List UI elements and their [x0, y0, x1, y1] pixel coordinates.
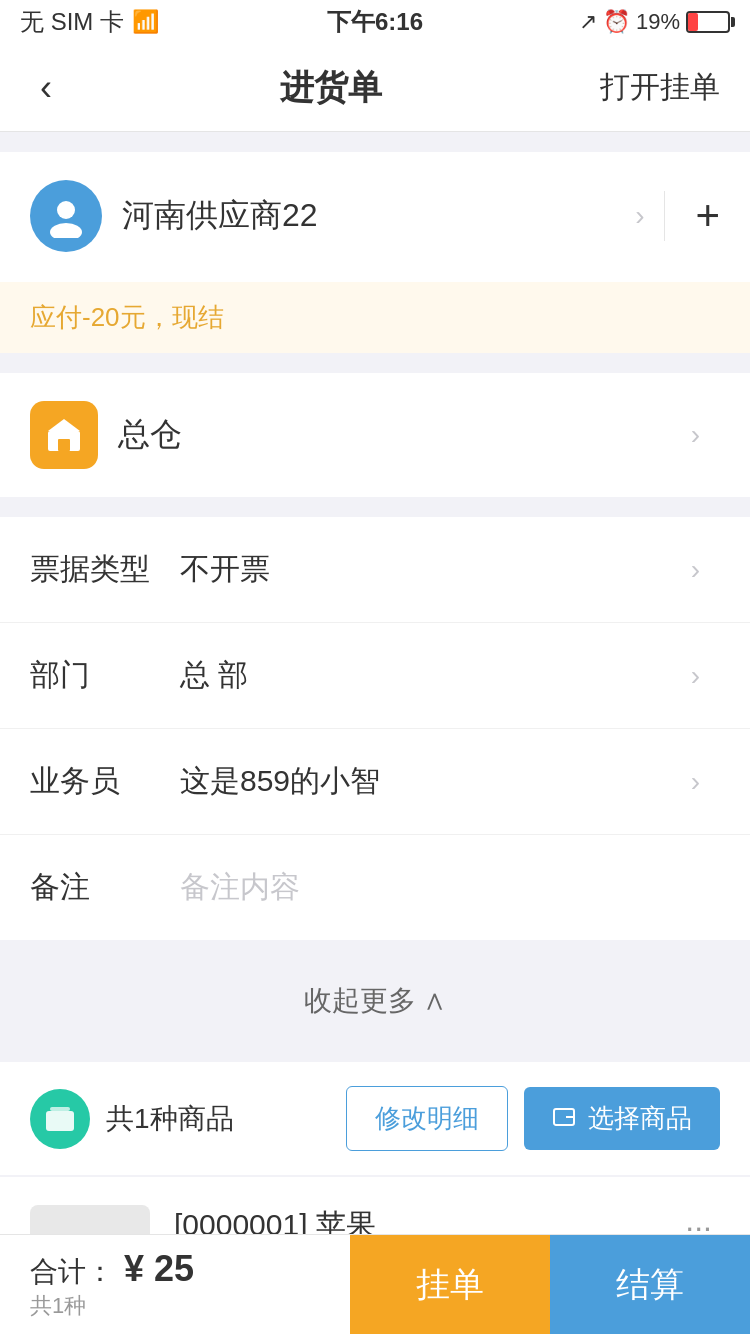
ticket-type-value: 不开票	[170, 549, 691, 590]
remark-placeholder: 备注内容	[170, 867, 720, 908]
total-prefix: 合计：	[30, 1253, 114, 1291]
battery-icon	[686, 11, 730, 33]
divider	[664, 191, 665, 241]
department-chevron-icon: ›	[691, 660, 700, 692]
remark-label: 备注	[30, 867, 170, 908]
product-count-text: 共1种商品	[106, 1100, 330, 1138]
warehouse-name: 总仓	[118, 413, 691, 457]
salesman-row[interactable]: 业务员 这是859的小智 ›	[0, 729, 750, 835]
ticket-type-row[interactable]: 票据类型 不开票 ›	[0, 517, 750, 623]
collapse-bar[interactable]: 收起更多 ∧	[0, 960, 750, 1042]
ticket-type-label: 票据类型	[30, 549, 170, 590]
svg-rect-5	[46, 1111, 74, 1131]
svg-point-1	[50, 223, 82, 238]
svg-rect-6	[50, 1107, 70, 1111]
supplier-row[interactable]: 河南供应商22 › +	[0, 152, 750, 280]
salesman-value: 这是859的小智	[170, 761, 691, 802]
add-supplier-button[interactable]: +	[695, 192, 720, 240]
open-hold-button[interactable]: 打开挂单	[600, 67, 720, 108]
ticket-type-chevron-icon: ›	[691, 554, 700, 586]
alarm-icon: ⏰	[603, 9, 630, 35]
supplier-chevron-icon: ›	[635, 200, 644, 232]
svg-point-0	[57, 201, 75, 219]
battery-percent: 19%	[636, 9, 680, 35]
svg-marker-3	[48, 419, 80, 431]
battery-fill	[688, 13, 698, 31]
nav-bar: ‹ 进货单 打开挂单	[0, 44, 750, 132]
status-bar-left: 无 SIM 卡 📶	[20, 6, 159, 38]
supplier-section: 河南供应商22 › + 应付-20元，现结	[0, 152, 750, 353]
status-bar-time: 下午6:16	[327, 6, 423, 38]
warehouse-row[interactable]: 总仓 ›	[0, 373, 750, 497]
salesman-chevron-icon: ›	[691, 766, 700, 798]
warehouse-chevron-icon: ›	[691, 419, 700, 451]
location-icon: ↗	[579, 9, 597, 35]
select-product-label: 选择商品	[588, 1101, 692, 1136]
checkout-button[interactable]: 结算	[550, 1235, 750, 1334]
status-bar: 无 SIM 卡 📶 下午6:16 ↗ ⏰ 19%	[0, 0, 750, 44]
status-bar-right: ↗ ⏰ 19%	[579, 9, 730, 35]
page-title: 进货单	[280, 65, 382, 111]
warehouse-icon	[30, 401, 98, 469]
total-section: 合计： ¥ 25 共1种	[0, 1235, 350, 1334]
supplier-avatar	[30, 180, 102, 252]
svg-rect-4	[58, 439, 70, 451]
product-count-icon	[30, 1089, 90, 1149]
supplier-notice: 应付-20元，现结	[0, 282, 750, 353]
total-label: 合计： ¥ 25	[30, 1248, 320, 1291]
salesman-label: 业务员	[30, 761, 170, 802]
wifi-icon: 📶	[132, 9, 159, 35]
back-button[interactable]: ‹	[30, 57, 62, 119]
total-sub: 共1种	[30, 1291, 320, 1321]
select-product-button[interactable]: 选择商品	[524, 1087, 720, 1150]
bottom-bar: 合计： ¥ 25 共1种 挂单 结算	[0, 1234, 750, 1334]
department-row[interactable]: 部门 总 部 ›	[0, 623, 750, 729]
hold-button[interactable]: 挂单	[350, 1235, 550, 1334]
department-label: 部门	[30, 655, 170, 696]
carrier-text: 无 SIM 卡	[20, 6, 124, 38]
form-section: 票据类型 不开票 › 部门 总 部 › 业务员 这是859的小智 › 备注 备注…	[0, 517, 750, 940]
supplier-name: 河南供应商22	[122, 194, 635, 238]
edit-detail-button[interactable]: 修改明细	[346, 1086, 508, 1151]
department-value: 总 部	[170, 655, 691, 696]
remark-row[interactable]: 备注 备注内容	[0, 835, 750, 940]
total-amount: ¥ 25	[124, 1248, 194, 1290]
product-section-header: 共1种商品 修改明细 选择商品	[0, 1062, 750, 1175]
